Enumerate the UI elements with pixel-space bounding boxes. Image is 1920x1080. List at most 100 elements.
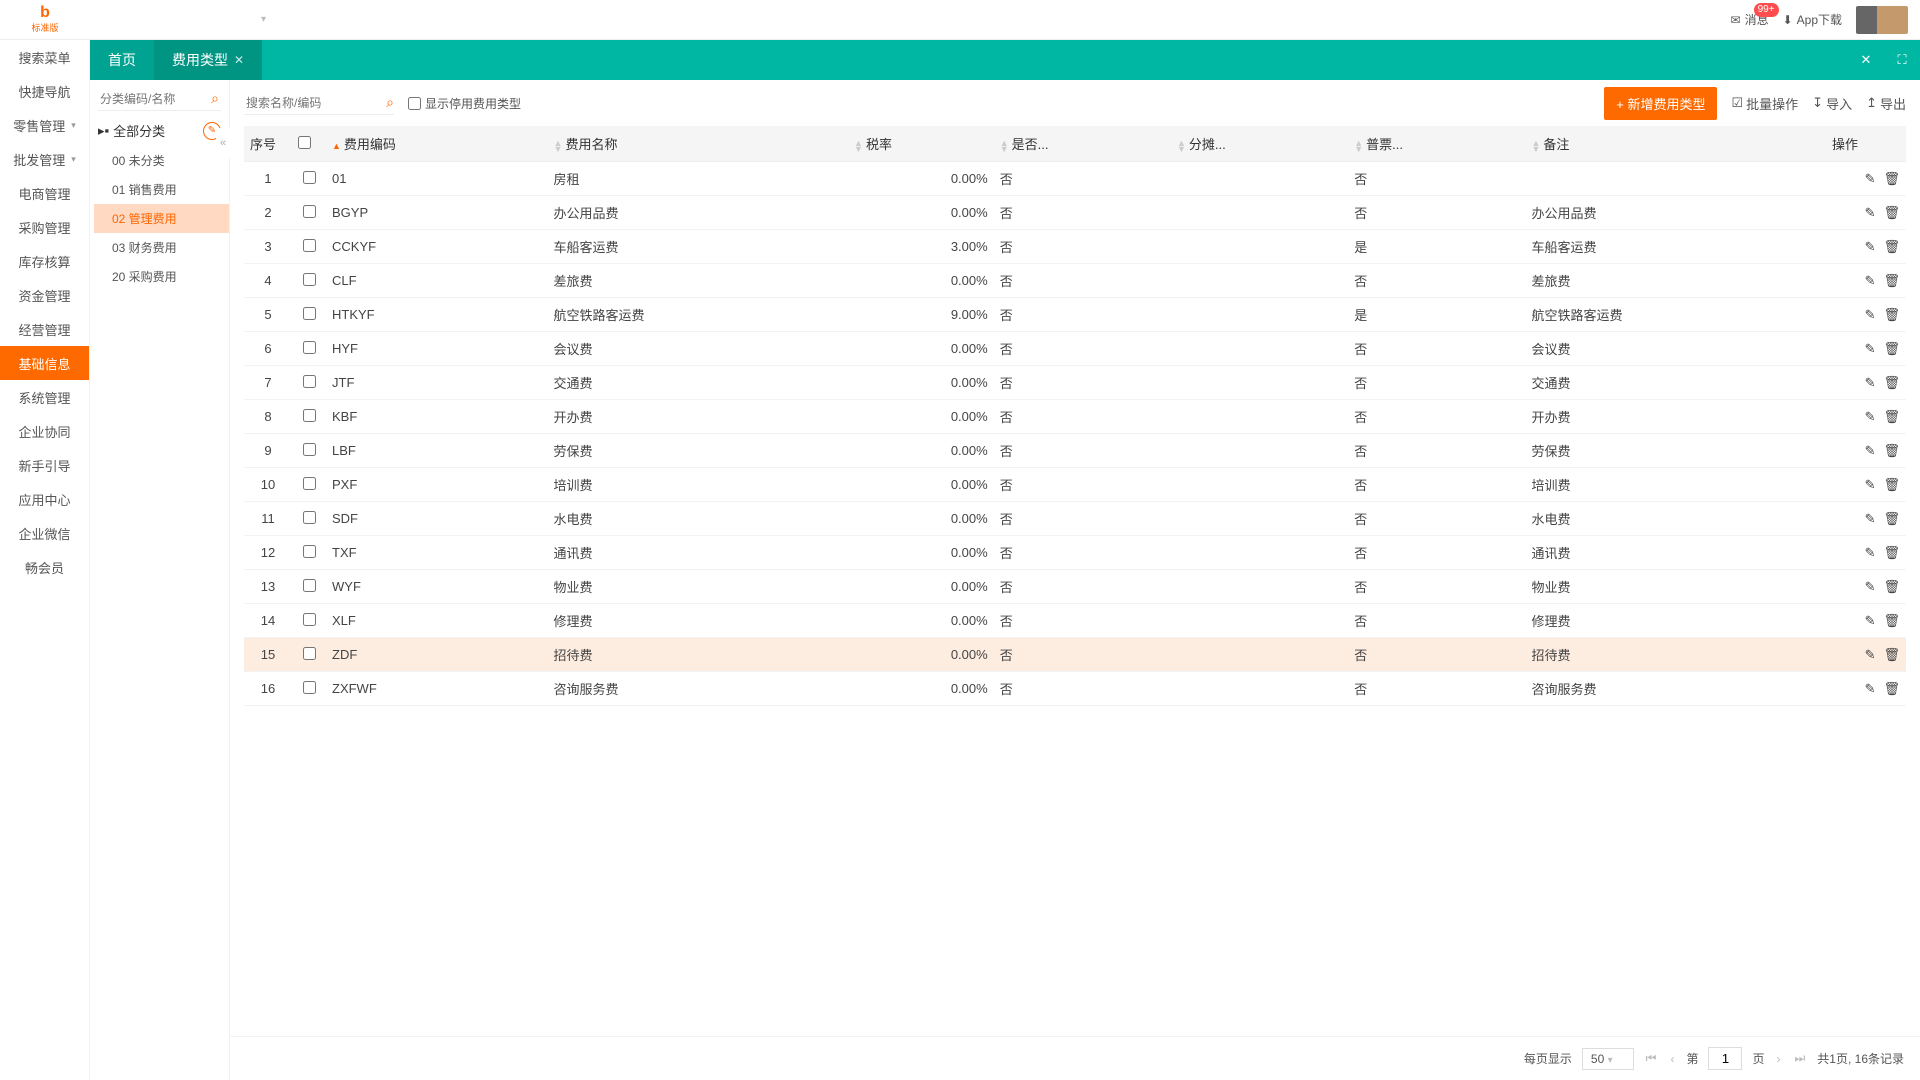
delete-icon[interactable]: 🗑 [1883, 205, 1900, 220]
row-checkbox[interactable] [303, 477, 316, 490]
delete-icon[interactable]: 🗑 [1883, 681, 1900, 696]
panel-collapse-toggle[interactable]: « [216, 128, 230, 158]
col-code[interactable]: ▲费用编码 [326, 126, 548, 162]
delete-icon[interactable]: 🗑 [1883, 443, 1900, 458]
table-row[interactable]: 14XLF修理费0.00%否否修理费✎🗑 [244, 604, 1906, 638]
nav-item-11[interactable]: 企业协同 [0, 414, 89, 448]
delete-icon[interactable]: 🗑 [1883, 239, 1900, 254]
nav-item-0[interactable]: 搜索菜单 [0, 40, 89, 74]
pager-first-button[interactable]: ⏮ [1644, 1051, 1659, 1066]
search-icon[interactable]: ⌕ [211, 90, 219, 107]
edit-icon[interactable]: ✎ [1865, 579, 1876, 594]
edit-icon[interactable]: ✎ [1865, 545, 1876, 560]
row-checkbox[interactable] [303, 613, 316, 626]
select-all-checkbox[interactable] [298, 136, 311, 149]
row-checkbox[interactable] [303, 375, 316, 388]
nav-item-14[interactable]: 企业微信 [0, 516, 89, 550]
row-checkbox[interactable] [303, 545, 316, 558]
row-checkbox[interactable] [303, 341, 316, 354]
col-seq[interactable]: 序号 [244, 126, 292, 162]
edit-icon[interactable]: ✎ [1865, 239, 1876, 254]
delete-icon[interactable]: 🗑 [1883, 511, 1900, 526]
col-alloc[interactable]: ▲▼分摊... [1171, 126, 1348, 162]
edit-icon[interactable]: ✎ [1865, 443, 1876, 458]
table-row[interactable]: 4CLF差旅费0.00%否否差旅费✎🗑 [244, 264, 1906, 298]
row-checkbox[interactable] [303, 511, 316, 524]
search-icon[interactable]: ⌕ [386, 94, 394, 111]
table-row[interactable]: 10PXF培训费0.00%否否培训费✎🗑 [244, 468, 1906, 502]
delete-icon[interactable]: 🗑 [1883, 647, 1900, 662]
add-expense-type-button[interactable]: + 新增费用类型 [1604, 87, 1717, 120]
nav-item-6[interactable]: 库存核算 [0, 244, 89, 278]
col-name[interactable]: ▲▼费用名称 [548, 126, 849, 162]
category-all[interactable]: ▸▪ 全部分类 ✎ [90, 115, 229, 146]
category-node-0[interactable]: 00 未分类 [94, 146, 229, 175]
show-disabled-toggle[interactable]: 显示停用费用类型 [408, 95, 521, 112]
table-row[interactable]: 6HYF会议费0.00%否否会议费✎🗑 [244, 332, 1906, 366]
edit-icon[interactable]: ✎ [1865, 511, 1876, 526]
app-download-button[interactable]: ⬇ App下载 [1783, 11, 1842, 28]
table-search-input[interactable] [244, 92, 394, 115]
category-node-1[interactable]: 01 销售费用 [94, 175, 229, 204]
fullscreen-button[interactable]: ⛶ [1884, 40, 1920, 80]
category-node-4[interactable]: 20 采购费用 [94, 262, 229, 291]
edit-icon[interactable]: ✎ [1865, 613, 1876, 628]
edit-icon[interactable]: ✎ [1865, 477, 1876, 492]
nav-item-10[interactable]: 系统管理 [0, 380, 89, 414]
batch-action-button[interactable]: ☑ 批量操作 [1731, 94, 1798, 113]
tab-expense-type[interactable]: 费用类型 ✕ [154, 40, 262, 80]
table-row[interactable]: 2BGYP办公用品费0.00%否否办公用品费✎🗑 [244, 196, 1906, 230]
nav-item-2[interactable]: 零售管理▾ [0, 108, 89, 142]
table-row[interactable]: 13WYF物业费0.00%否否物业费✎🗑 [244, 570, 1906, 604]
nav-item-7[interactable]: 资金管理 [0, 278, 89, 312]
tab-close-all-button[interactable]: ✕ [1848, 40, 1884, 80]
row-checkbox[interactable] [303, 647, 316, 660]
edit-icon[interactable]: ✎ [1865, 409, 1876, 424]
category-node-3[interactable]: 03 财务费用 [94, 233, 229, 262]
col-apportion[interactable]: ▲▼是否... [994, 126, 1171, 162]
row-checkbox[interactable] [303, 443, 316, 456]
delete-icon[interactable]: 🗑 [1883, 579, 1900, 594]
close-icon[interactable]: ✕ [234, 53, 244, 67]
org-selector[interactable]: ▾ [94, 6, 274, 34]
import-button[interactable]: ↧ 导入 [1812, 94, 1852, 113]
edit-icon[interactable]: ✎ [1865, 647, 1876, 662]
show-disabled-checkbox[interactable] [408, 97, 421, 110]
table-row[interactable]: 101房租0.00%否否✎🗑 [244, 162, 1906, 196]
nav-item-8[interactable]: 经营管理 [0, 312, 89, 346]
nav-item-1[interactable]: 快捷导航 [0, 74, 89, 108]
row-checkbox[interactable] [303, 205, 316, 218]
delete-icon[interactable]: 🗑 [1883, 613, 1900, 628]
nav-item-15[interactable]: 畅会员 [0, 550, 89, 584]
row-checkbox[interactable] [303, 273, 316, 286]
nav-item-12[interactable]: 新手引导 [0, 448, 89, 482]
delete-icon[interactable]: 🗑 [1883, 477, 1900, 492]
row-checkbox[interactable] [303, 409, 316, 422]
table-row[interactable]: 15ZDF招待费0.00%否否招待费✎🗑 [244, 638, 1906, 672]
delete-icon[interactable]: 🗑 [1883, 545, 1900, 560]
table-row[interactable]: 5HTKYF航空铁路客运费9.00%否是航空铁路客运费✎🗑 [244, 298, 1906, 332]
row-checkbox[interactable] [303, 579, 316, 592]
edit-icon[interactable]: ✎ [1865, 681, 1876, 696]
table-row[interactable]: 12TXF通讯费0.00%否否通讯费✎🗑 [244, 536, 1906, 570]
page-number-input[interactable] [1708, 1047, 1742, 1070]
row-checkbox[interactable] [303, 171, 316, 184]
delete-icon[interactable]: 🗑 [1883, 307, 1900, 322]
per-page-select[interactable]: 50 ▾ [1582, 1048, 1634, 1070]
category-search-input[interactable] [98, 88, 221, 111]
table-row[interactable]: 16ZXFWF咨询服务费0.00%否否咨询服务费✎🗑 [244, 672, 1906, 706]
delete-icon[interactable]: 🗑 [1883, 273, 1900, 288]
category-node-2[interactable]: 02 管理费用 [94, 204, 229, 233]
tab-home[interactable]: 首页 [90, 40, 154, 80]
nav-item-9[interactable]: 基础信息 [0, 346, 89, 380]
table-row[interactable]: 8KBF开办费0.00%否否开办费✎🗑 [244, 400, 1906, 434]
avatar[interactable] [1856, 6, 1908, 34]
delete-icon[interactable]: 🗑 [1883, 409, 1900, 424]
delete-icon[interactable]: 🗑 [1883, 341, 1900, 356]
edit-icon[interactable]: ✎ [1865, 307, 1876, 322]
edit-icon[interactable]: ✎ [1865, 341, 1876, 356]
pager-next-button[interactable]: › [1774, 1052, 1782, 1066]
table-row[interactable]: 3CCKYF车船客运费3.00%否是车船客运费✎🗑 [244, 230, 1906, 264]
delete-icon[interactable]: 🗑 [1883, 375, 1900, 390]
edit-icon[interactable]: ✎ [1865, 205, 1876, 220]
